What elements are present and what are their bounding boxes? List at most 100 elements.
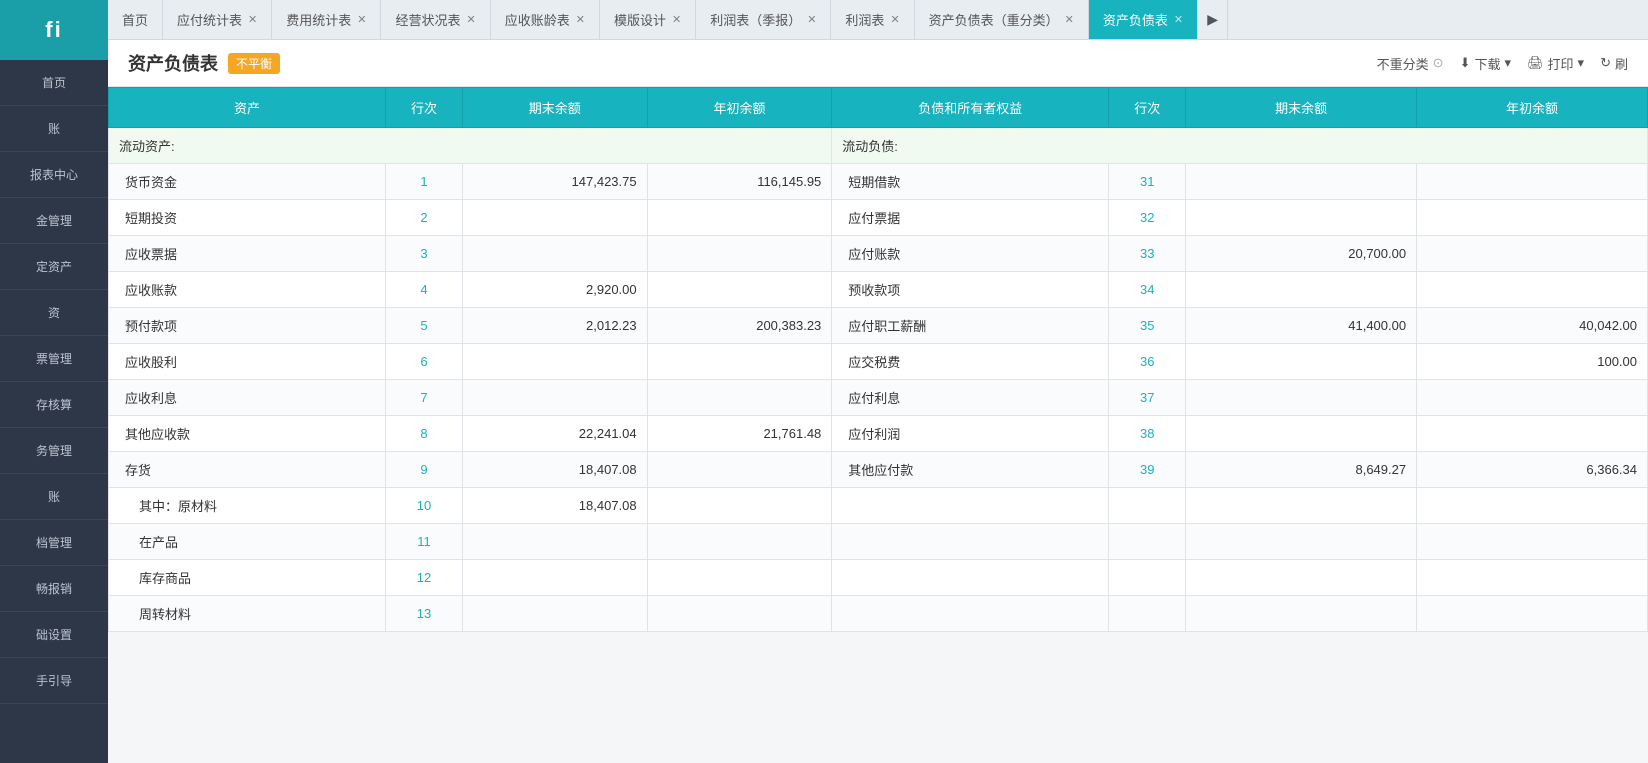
right-end-balance[interactable] (1186, 200, 1417, 236)
left-end-balance[interactable]: 18,407.08 (462, 452, 647, 488)
tab-close-icon[interactable]: ✕ (248, 13, 257, 26)
left-label[interactable]: 货币资金 (109, 164, 386, 200)
tab-close-icon[interactable]: ✕ (467, 13, 476, 26)
left-end-balance[interactable]: 147,423.75 (462, 164, 647, 200)
tab-close-icon[interactable]: ✕ (357, 13, 366, 26)
tab-close-icon[interactable]: ✕ (1174, 13, 1183, 26)
sidebar-item-inventory[interactable]: 存核算 (0, 382, 108, 428)
left-end-balance[interactable]: 2,012.23 (462, 308, 647, 344)
tab-profit-quarterly[interactable]: 利润表（季报） ✕ (696, 0, 831, 40)
left-label[interactable]: 在产品 (109, 524, 386, 560)
left-begin-balance[interactable] (647, 380, 832, 416)
left-label[interactable]: 其他应收款 (109, 416, 386, 452)
left-label[interactable]: 应收票据 (109, 236, 386, 272)
right-end-balance[interactable] (1186, 416, 1417, 452)
left-begin-balance[interactable] (647, 560, 832, 596)
tab-operation-status[interactable]: 经营状况表 ✕ (381, 0, 490, 40)
left-begin-balance[interactable] (647, 452, 832, 488)
right-label[interactable]: 其他应付款 (832, 452, 1109, 488)
right-label[interactable]: 应交税费 (832, 344, 1109, 380)
left-end-balance[interactable]: 18,407.08 (462, 488, 647, 524)
right-end-balance[interactable]: 8,649.27 (1186, 452, 1417, 488)
right-begin-balance[interactable] (1417, 524, 1648, 560)
sidebar-item-settings[interactable]: 础设置 (0, 612, 108, 658)
left-begin-balance[interactable] (647, 200, 832, 236)
tab-template-design[interactable]: 模版设计 ✕ (600, 0, 696, 40)
right-label[interactable]: 短期借款 (832, 164, 1109, 200)
sidebar-item-file[interactable]: 档管理 (0, 520, 108, 566)
tab-close-icon[interactable]: ✕ (1065, 13, 1074, 26)
left-end-balance[interactable] (462, 524, 647, 560)
right-begin-balance[interactable] (1417, 560, 1648, 596)
sidebar-item-guide[interactable]: 手引导 (0, 658, 108, 704)
tab-balance-reclassified[interactable]: 资产负债表（重分类） ✕ (915, 0, 1089, 40)
sidebar-item-tax[interactable]: 务管理 (0, 428, 108, 474)
left-begin-balance[interactable]: 116,145.95 (647, 164, 832, 200)
sidebar-item-account[interactable]: 账 (0, 106, 108, 152)
left-label[interactable]: 应收账款 (109, 272, 386, 308)
right-label[interactable]: 应付票据 (832, 200, 1109, 236)
tab-home[interactable]: 首页 (108, 0, 163, 40)
right-end-balance[interactable] (1186, 524, 1417, 560)
sidebar-item-home[interactable]: 首页 (0, 60, 108, 106)
right-end-balance[interactable] (1186, 272, 1417, 308)
tab-profit[interactable]: 利润表 ✕ (831, 0, 914, 40)
left-begin-balance[interactable] (647, 596, 832, 632)
sidebar-item-ticket[interactable]: 票管理 (0, 336, 108, 382)
left-begin-balance[interactable] (647, 488, 832, 524)
sidebar-item-investment[interactable]: 资 (0, 290, 108, 336)
sidebar-item-fund-management[interactable]: 金管理 (0, 198, 108, 244)
download-button[interactable]: ⬇ 下载 ▾ (1460, 54, 1511, 73)
right-begin-balance[interactable] (1417, 200, 1648, 236)
left-label[interactable]: 应收股利 (109, 344, 386, 380)
left-begin-balance[interactable]: 21,761.48 (647, 416, 832, 452)
left-end-balance[interactable] (462, 380, 647, 416)
left-end-balance[interactable]: 2,920.00 (462, 272, 647, 308)
left-end-balance[interactable] (462, 596, 647, 632)
left-begin-balance[interactable] (647, 524, 832, 560)
right-begin-balance[interactable]: 6,366.34 (1417, 452, 1648, 488)
right-label[interactable] (832, 560, 1109, 596)
category-select[interactable]: 不重分类 ⊙ (1377, 54, 1444, 73)
left-label[interactable]: 存货 (109, 452, 386, 488)
left-end-balance[interactable] (462, 560, 647, 596)
right-label[interactable] (832, 488, 1109, 524)
right-label[interactable] (832, 524, 1109, 560)
right-begin-balance[interactable]: 100.00 (1417, 344, 1648, 380)
tab-scroll-right[interactable]: ▶ (1198, 0, 1228, 40)
tab-balance[interactable]: 资产负债表 ✕ (1089, 0, 1198, 40)
left-end-balance[interactable]: 22,241.04 (462, 416, 647, 452)
right-end-balance[interactable] (1186, 560, 1417, 596)
right-end-balance[interactable] (1186, 488, 1417, 524)
right-label[interactable] (832, 596, 1109, 632)
right-begin-balance[interactable] (1417, 164, 1648, 200)
left-label[interactable]: 周转材料 (109, 596, 386, 632)
left-begin-balance[interactable] (647, 344, 832, 380)
left-end-balance[interactable] (462, 200, 647, 236)
right-begin-balance[interactable] (1417, 236, 1648, 272)
right-begin-balance[interactable]: 40,042.00 (1417, 308, 1648, 344)
right-begin-balance[interactable] (1417, 380, 1648, 416)
tab-close-icon[interactable]: ✕ (672, 13, 681, 26)
left-label[interactable]: 短期投资 (109, 200, 386, 236)
right-label[interactable]: 应付职工薪酬 (832, 308, 1109, 344)
right-end-balance[interactable]: 41,400.00 (1186, 308, 1417, 344)
left-end-balance[interactable] (462, 344, 647, 380)
left-begin-balance[interactable] (647, 272, 832, 308)
tab-receivable-aging[interactable]: 应收账龄表 ✕ (491, 0, 600, 40)
tab-payable-stats[interactable]: 应付统计表 ✕ (163, 0, 272, 40)
right-label[interactable]: 预收款项 (832, 272, 1109, 308)
right-begin-balance[interactable] (1417, 488, 1648, 524)
right-end-balance[interactable] (1186, 596, 1417, 632)
left-label[interactable]: 预付款项 (109, 308, 386, 344)
tab-close-icon[interactable]: ✕ (890, 13, 899, 26)
right-end-balance[interactable] (1186, 380, 1417, 416)
left-label[interactable]: 其中：原材料 (109, 488, 386, 524)
sidebar-item-expense[interactable]: 畅报销 (0, 566, 108, 612)
right-label[interactable]: 应付利息 (832, 380, 1109, 416)
sidebar-item-report-center[interactable]: 报表中心 (0, 152, 108, 198)
sidebar-item-ledger[interactable]: 账 (0, 474, 108, 520)
left-end-balance[interactable] (462, 236, 647, 272)
print-button[interactable]: 🖨 打印 ▾ (1527, 54, 1584, 73)
left-label[interactable]: 应收利息 (109, 380, 386, 416)
